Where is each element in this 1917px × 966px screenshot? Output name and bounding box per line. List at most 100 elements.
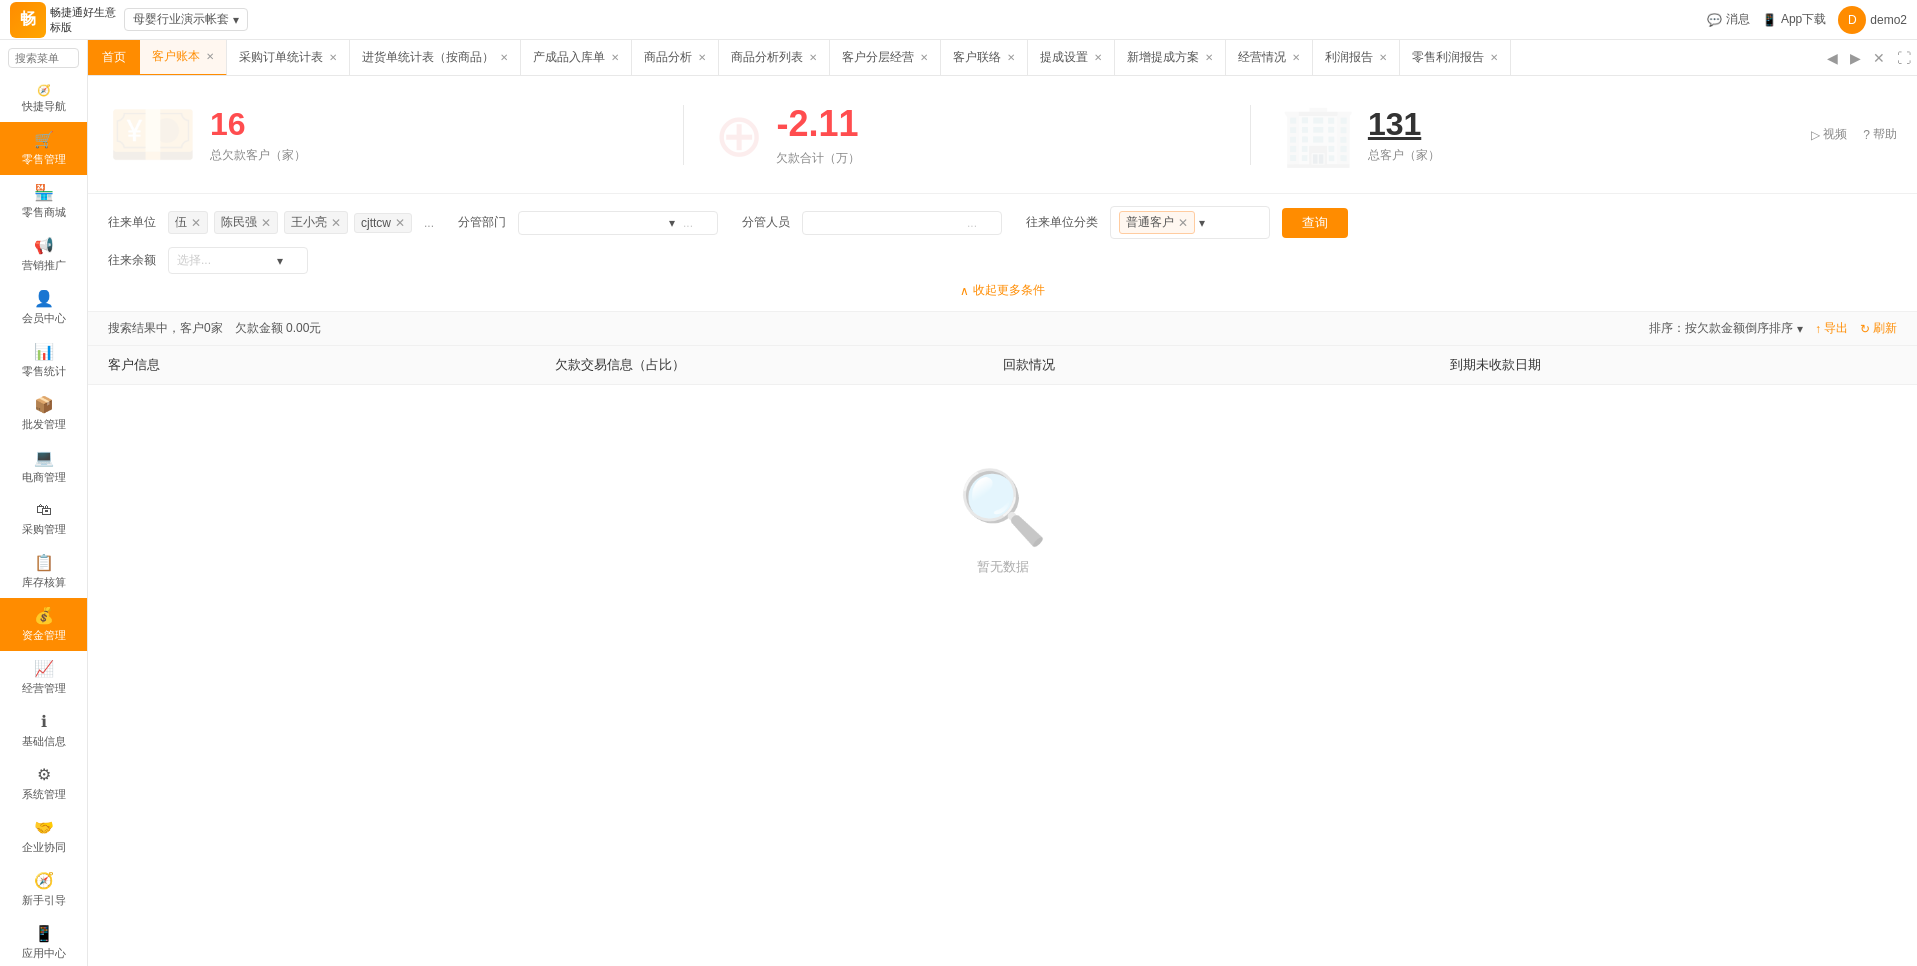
tab-11[interactable]: 利润报告✕ bbox=[1313, 40, 1400, 76]
logo-icon: 畅 bbox=[10, 2, 46, 38]
tab-3[interactable]: 产成品入库单✕ bbox=[521, 40, 632, 76]
remove-tag-2[interactable]: ✕ bbox=[331, 216, 341, 230]
sidebar-item-10[interactable]: 📈经营管理 bbox=[0, 651, 87, 704]
tab-home[interactable]: 首页 bbox=[88, 40, 140, 76]
sidebar-item-14[interactable]: 🧭新手引导 bbox=[0, 863, 87, 916]
bg-icon-right: 🏢 bbox=[1281, 99, 1356, 170]
empty-state: 🔍 暂无数据 bbox=[88, 385, 1917, 656]
sidebar-icon-8: 📋 bbox=[34, 553, 54, 572]
dots-icon-person: ... bbox=[967, 216, 977, 230]
sidebar-item-13[interactable]: 🤝企业协同 bbox=[0, 810, 87, 863]
refresh-btn[interactable]: ↻ 刷新 bbox=[1860, 320, 1897, 337]
col-debt-info: 欠款交易信息（占比） bbox=[555, 356, 1002, 374]
tab-close-7[interactable]: ✕ bbox=[1007, 52, 1015, 63]
sidebar-item-7[interactable]: 🛍采购管理 bbox=[0, 493, 87, 545]
tab-close-4[interactable]: ✕ bbox=[698, 52, 706, 63]
tab-close-3[interactable]: ✕ bbox=[611, 52, 619, 63]
logo-area: 畅 畅捷通好生意 标版 bbox=[10, 2, 116, 38]
sidebar-item-8[interactable]: 📋库存核算 bbox=[0, 545, 87, 598]
tab-1[interactable]: 采购订单统计表✕ bbox=[227, 40, 350, 76]
tab-10[interactable]: 经营情况✕ bbox=[1226, 40, 1313, 76]
tab-close-11[interactable]: ✕ bbox=[1379, 52, 1387, 63]
tab-close-5[interactable]: ✕ bbox=[809, 52, 817, 63]
tab-6[interactable]: 客户分层经营✕ bbox=[830, 40, 941, 76]
tab-close-0[interactable]: ✕ bbox=[206, 51, 214, 62]
tab-0[interactable]: 客户账本✕ bbox=[140, 40, 227, 76]
sidebar-search-area bbox=[0, 40, 87, 76]
sidebar-item-9[interactable]: 💰资金管理 bbox=[0, 598, 87, 651]
person-filter-label: 分管人员 bbox=[742, 214, 790, 231]
sidebar-item-5[interactable]: 📦批发管理 bbox=[0, 387, 87, 440]
video-help-btn[interactable]: ▷ 视频 bbox=[1811, 126, 1847, 143]
table-header: 客户信息 欠款交易信息（占比） 回款情况 到期未收款日期 bbox=[88, 346, 1917, 385]
tab-2[interactable]: 进货单统计表（按商品）✕ bbox=[350, 40, 521, 76]
refresh-icon: ↻ bbox=[1860, 322, 1870, 336]
tab-scroll-left-btn[interactable]: ◀ bbox=[1821, 50, 1844, 66]
remove-tag-0[interactable]: ✕ bbox=[191, 216, 201, 230]
sidebar-item-6[interactable]: 💻电商管理 bbox=[0, 440, 87, 493]
results-debt: 欠款金额 0.00元 bbox=[235, 320, 322, 337]
tab-5[interactable]: 商品分析列表✕ bbox=[719, 40, 830, 76]
search-input[interactable] bbox=[8, 48, 79, 68]
export-btn[interactable]: ↑ 导出 bbox=[1815, 320, 1848, 337]
tab-close-8[interactable]: ✕ bbox=[1094, 52, 1102, 63]
collapse-btn[interactable]: ∧ 收起更多条件 bbox=[960, 282, 1045, 299]
sidebar-item-2[interactable]: 📢营销推广 bbox=[0, 228, 87, 281]
balance-select[interactable]: 选择... ▾ bbox=[168, 247, 308, 274]
stats-row: 💴 16 总欠款客户（家） ⊕ -2.11 欠款合计（万） bbox=[88, 76, 1917, 194]
query-button[interactable]: 查询 bbox=[1282, 208, 1348, 238]
sidebar-item-4[interactable]: 📊零售统计 bbox=[0, 334, 87, 387]
sidebar-item-15[interactable]: 📱应用中心 bbox=[0, 916, 87, 966]
dept-select[interactable]: ▾ ... bbox=[518, 211, 718, 235]
tab-scroll-right-btn[interactable]: ▶ bbox=[1844, 50, 1867, 66]
tab-close-9[interactable]: ✕ bbox=[1205, 52, 1213, 63]
download-icon: 📱 bbox=[1762, 13, 1777, 27]
debt-customers-label: 总欠款客户（家） bbox=[210, 147, 306, 164]
sidebar-item-3[interactable]: 👤会员中心 bbox=[0, 281, 87, 334]
sidebar-item-0[interactable]: 🛒零售管理 bbox=[0, 122, 87, 175]
stat-block-total-customers: 131 总客户（家） bbox=[1368, 105, 1811, 164]
tab-close-1[interactable]: ✕ bbox=[329, 52, 337, 63]
tab-close-all-btn[interactable]: ✕ bbox=[1867, 50, 1891, 66]
tab-4[interactable]: 商品分析✕ bbox=[632, 40, 719, 76]
tab-close-12[interactable]: ✕ bbox=[1490, 52, 1498, 63]
sidebar-icon-5: 📦 bbox=[34, 395, 54, 414]
col-repayment: 回款情况 bbox=[1003, 356, 1450, 374]
dept-filter-label: 分管部门 bbox=[458, 214, 506, 231]
user-avatar-btn[interactable]: D demo2 bbox=[1838, 6, 1907, 34]
tab-close-2[interactable]: ✕ bbox=[500, 52, 508, 63]
remove-tag-1[interactable]: ✕ bbox=[261, 216, 271, 230]
sidebar-item-quick-nav[interactable]: 🧭 快捷导航 bbox=[0, 76, 87, 122]
sidebar-icon-7: 🛍 bbox=[36, 501, 52, 519]
question-icon: ? bbox=[1863, 128, 1870, 142]
tab-12[interactable]: 零售利润报告✕ bbox=[1400, 40, 1511, 76]
sidebar-item-11[interactable]: ℹ基础信息 bbox=[0, 704, 87, 757]
tab-close-6[interactable]: ✕ bbox=[920, 52, 928, 63]
remove-tag-3[interactable]: ✕ bbox=[395, 216, 405, 230]
sort-select[interactable]: 排序：按欠款金额倒序排序 ▾ bbox=[1649, 320, 1803, 337]
person-select[interactable]: ... bbox=[802, 211, 1002, 235]
tab-8[interactable]: 提成设置✕ bbox=[1028, 40, 1115, 76]
tab-close-10[interactable]: ✕ bbox=[1292, 52, 1300, 63]
sidebar-item-12[interactable]: ⚙系统管理 bbox=[0, 757, 87, 810]
app-download-btn[interactable]: 📱 App下载 bbox=[1762, 11, 1826, 28]
tab-9[interactable]: 新增提成方案✕ bbox=[1115, 40, 1226, 76]
chevron-down-icon-type: ▾ bbox=[1199, 216, 1205, 230]
message-btn[interactable]: 💬 消息 bbox=[1707, 11, 1750, 28]
dots-icon-dept: ... bbox=[683, 216, 693, 230]
help-btn[interactable]: ? 帮助 bbox=[1863, 126, 1897, 143]
sidebar-icon-3: 👤 bbox=[34, 289, 54, 308]
compass-icon: 🧭 bbox=[37, 84, 51, 97]
unit-type-select[interactable]: 普通客户 ✕ ▾ bbox=[1110, 206, 1270, 239]
remove-unit-type-tag[interactable]: ✕ bbox=[1178, 216, 1188, 230]
more-tags-btn[interactable]: ... bbox=[424, 216, 434, 230]
sidebar-item-1[interactable]: 🏪零售商城 bbox=[0, 175, 87, 228]
account-dropdown[interactable]: 母婴行业演示帐套 ▾ bbox=[124, 8, 248, 31]
tab-7[interactable]: 客户联络✕ bbox=[941, 40, 1028, 76]
sidebar-icon-0: 🛒 bbox=[34, 130, 54, 149]
unit-filter-label: 往来单位 bbox=[108, 214, 156, 231]
play-icon: ▷ bbox=[1811, 128, 1820, 142]
tab-expand-btn[interactable]: ⛶ bbox=[1891, 50, 1917, 66]
total-customers-label: 总客户（家） bbox=[1368, 147, 1440, 164]
sidebar-icon-11: ℹ bbox=[41, 712, 47, 731]
